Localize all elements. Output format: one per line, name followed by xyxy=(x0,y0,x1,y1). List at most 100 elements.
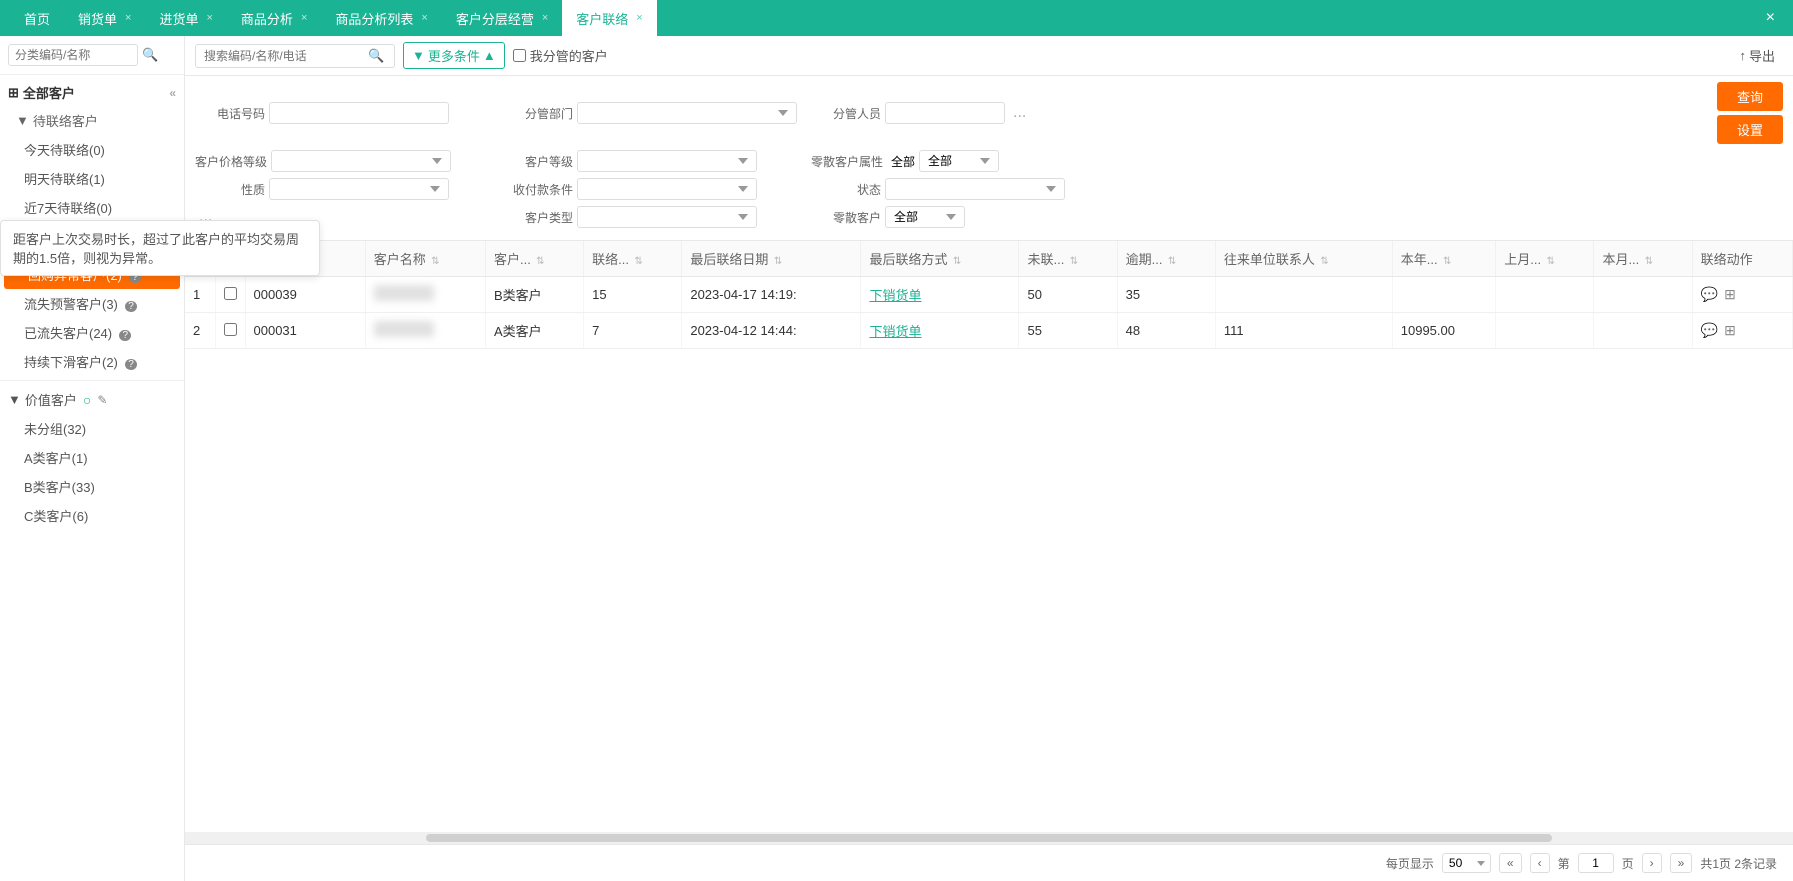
row-checkbox-1[interactable] xyxy=(224,287,237,300)
close-product-analysis-icon[interactable]: × xyxy=(301,12,307,24)
sidebar-group-pending[interactable]: ▼ 待联络客户 xyxy=(0,106,184,135)
customer-level-select[interactable] xyxy=(577,150,757,172)
sidebar-collapse-icon[interactable]: « xyxy=(169,86,176,100)
sidebar-item-class-a[interactable]: A类客户(1) xyxy=(0,443,184,472)
sidebar-search-icon[interactable]: 🔍 xyxy=(142,47,158,63)
table-header: ⚙ 客户编码 ⇅ 客户名称 ⇅ xyxy=(185,241,1793,277)
action-icons-1: 💬 ⊞ xyxy=(1701,286,1784,303)
td-checkbox-1[interactable] xyxy=(215,277,245,313)
manager-input[interactable] xyxy=(885,102,1005,124)
th-current-month[interactable]: 本月... ⇅ xyxy=(1594,241,1692,277)
th-name[interactable]: 客户名称 ⇅ xyxy=(365,241,485,277)
my-customers-checkbox[interactable] xyxy=(513,49,526,62)
close-sales-icon[interactable]: × xyxy=(125,12,131,24)
filter-search-box[interactable]: 🔍 xyxy=(195,44,395,68)
qr-icon-1[interactable]: ⊞ xyxy=(1724,286,1736,303)
sidebar-item-declining[interactable]: 持续下滑客户(2) ? xyxy=(0,347,184,376)
filter-search-icon[interactable]: 🔍 xyxy=(368,48,384,64)
filter-search-input[interactable] xyxy=(204,49,364,63)
nav-tab-sales[interactable]: 销货单 × xyxy=(64,0,145,36)
filter-field-retail-attr: 零散客户属性 全部 全部 xyxy=(811,150,1111,172)
declining-help-icon[interactable]: ? xyxy=(125,359,137,370)
payment-select[interactable] xyxy=(577,178,757,200)
sidebar-item-lost-warning[interactable]: 流失预警客户(3) ? xyxy=(0,289,184,318)
customer-type-select[interactable] xyxy=(577,206,757,228)
status-select[interactable] xyxy=(885,178,1065,200)
th-last-month[interactable]: 上月... ⇅ xyxy=(1496,241,1594,277)
sidebar-item-7day-pending[interactable]: 近7天待联络(0) xyxy=(0,193,184,222)
td-unit-contact-2: 111 xyxy=(1215,313,1392,349)
already-lost-help-icon[interactable]: ? xyxy=(119,330,131,341)
nav-tab-product-list[interactable]: 商品分析列表 × xyxy=(321,0,441,36)
nav-tab-customer-contact[interactable]: 客户联络 × xyxy=(562,0,656,36)
next-page-button[interactable]: › xyxy=(1642,853,1662,873)
td-last-contact-method-1[interactable]: 下销货单 xyxy=(861,277,1019,313)
th-last-contact-method[interactable]: 最后联络方式 ⇅ xyxy=(861,241,1019,277)
chat-icon-2[interactable]: 💬 xyxy=(1701,322,1718,339)
lost-warning-help-icon[interactable]: ? xyxy=(125,301,137,312)
sort-name-icon: ⇅ xyxy=(431,256,439,267)
sort-overdue-icon: ⇅ xyxy=(1168,256,1176,267)
contact-method-link-1[interactable]: 下销货单 xyxy=(869,288,921,303)
close-customer-contact-icon[interactable]: × xyxy=(636,12,642,24)
th-contact-count[interactable]: 联络... ⇅ xyxy=(584,241,682,277)
manager-label: 分管人员 xyxy=(811,105,881,122)
th-last-contact-date[interactable]: 最后联络日期 ⇅ xyxy=(682,241,861,277)
nav-tab-customer-tier[interactable]: 客户分层经营 × xyxy=(442,0,562,36)
table-horizontal-scrollbar[interactable] xyxy=(185,832,1793,844)
td-unlocked-1: 50 xyxy=(1019,277,1117,313)
th-current-year[interactable]: 本年... ⇅ xyxy=(1392,241,1496,277)
sidebar-item-today-pending[interactable]: 今天待联络(0) xyxy=(0,135,184,164)
more-conditions-button[interactable]: ▼ 更多条件 ▲ xyxy=(403,42,505,69)
sidebar-search-input[interactable] xyxy=(8,44,138,66)
prev-page-button[interactable]: ‹ xyxy=(1530,853,1550,873)
manager-ellipsis-icon[interactable]: ... xyxy=(1009,104,1030,122)
sidebar-item-already-lost[interactable]: 已流失客户(24) ? xyxy=(0,318,184,347)
gender-select[interactable] xyxy=(269,178,449,200)
close-customer-tier-icon[interactable]: × xyxy=(542,12,548,24)
td-checkbox-2[interactable] xyxy=(215,313,245,349)
td-overdue-2: 48 xyxy=(1117,313,1215,349)
qr-icon-2[interactable]: ⊞ xyxy=(1724,322,1736,339)
page-number-input[interactable] xyxy=(1578,853,1614,873)
th-overdue[interactable]: 逾期... ⇅ xyxy=(1117,241,1215,277)
set-button[interactable]: 设置 xyxy=(1717,115,1783,144)
first-page-button[interactable]: « xyxy=(1499,853,1522,873)
arrow-down-icon-2: ▼ xyxy=(8,392,21,407)
sidebar-group-value[interactable]: ▼ 价值客户 ○ ✎ xyxy=(0,385,184,414)
filter-field-phone: 电话号码 xyxy=(195,102,495,124)
th-unit-contact[interactable]: 往来单位联系人 ⇅ xyxy=(1215,241,1392,277)
sidebar-item-class-b[interactable]: B类客户(33) xyxy=(0,472,184,501)
retail-customer-label: 零散客户 xyxy=(811,209,881,226)
td-contact-count-2: 7 xyxy=(584,313,682,349)
export-button[interactable]: ↑ 导出 xyxy=(1731,43,1783,68)
close-purchase-icon[interactable]: × xyxy=(206,12,212,24)
retail-customer-select[interactable]: 全部 xyxy=(885,206,965,228)
sidebar-item-class-c[interactable]: C类客户(6) xyxy=(0,501,184,530)
sidebar-item-tomorrow-pending[interactable]: 明天待联络(1) xyxy=(0,164,184,193)
td-last-contact-method-2[interactable]: 下销货单 xyxy=(861,313,1019,349)
value-customer-edit-icon[interactable]: ✎ xyxy=(97,393,107,407)
filter-field-customer-level: 客户等级 xyxy=(503,150,803,172)
nav-tab-product-analysis[interactable]: 商品分析 × xyxy=(227,0,321,36)
phone-input[interactable] xyxy=(269,102,449,124)
retail-attr-select[interactable]: 全部 xyxy=(919,150,999,172)
dept-select[interactable] xyxy=(577,102,797,124)
all-customers-header[interactable]: ⊞ 全部客户 « xyxy=(0,75,184,106)
per-page-select[interactable]: 50 10 20 100 xyxy=(1442,853,1491,873)
customer-type-label: 客户类型 xyxy=(503,209,573,226)
contact-method-link-2[interactable]: 下销货单 xyxy=(869,324,921,339)
last-page-button[interactable]: » xyxy=(1670,853,1693,873)
chat-icon-1[interactable]: 💬 xyxy=(1701,286,1718,303)
window-close-button[interactable]: × xyxy=(1758,9,1783,27)
th-unlocked[interactable]: 未联... ⇅ xyxy=(1019,241,1117,277)
price-level-select[interactable] xyxy=(271,150,451,172)
sidebar-item-ungrouped[interactable]: 未分组(32) xyxy=(0,414,184,443)
close-product-list-icon[interactable]: × xyxy=(421,12,427,24)
th-customer-type[interactable]: 客户... ⇅ xyxy=(485,241,583,277)
query-button[interactable]: 查询 xyxy=(1717,82,1783,111)
nav-tab-home[interactable]: 首页 xyxy=(10,0,64,36)
row-checkbox-2[interactable] xyxy=(224,323,237,336)
my-customers-checkbox-label[interactable]: 我分管的客户 xyxy=(513,46,608,65)
nav-tab-purchase[interactable]: 进货单 × xyxy=(145,0,226,36)
